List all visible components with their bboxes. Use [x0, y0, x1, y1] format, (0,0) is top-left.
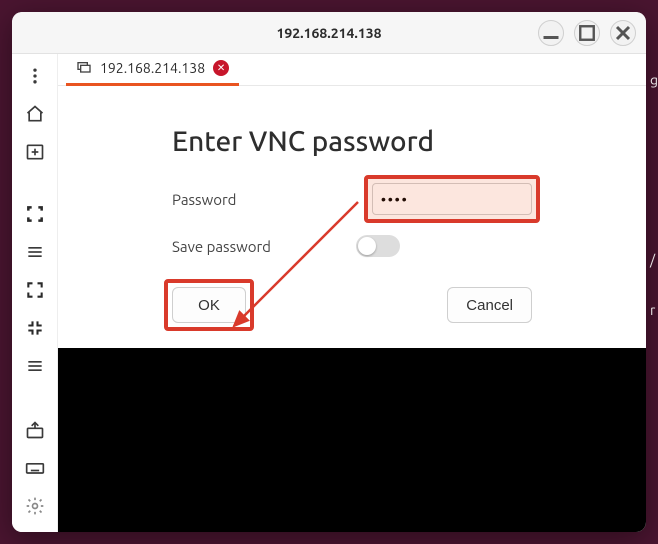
tab-bar: 192.168.214.138 ✕: [58, 54, 646, 86]
sidebar: [12, 54, 58, 532]
close-tab-icon[interactable]: ✕: [213, 60, 229, 76]
password-row: Password: [172, 183, 532, 215]
cancel-button[interactable]: Cancel: [447, 287, 532, 323]
list-icon[interactable]: [12, 234, 58, 270]
window-body: 192.168.214.138 ✕ Enter VNC password Pas…: [12, 54, 646, 532]
password-label: Password: [172, 191, 372, 208]
bg-char: r: [650, 302, 658, 318]
monitor-icon: [76, 60, 92, 76]
home-icon[interactable]: [12, 96, 58, 132]
menu-icon[interactable]: [12, 58, 58, 94]
maximize-button[interactable]: [574, 20, 600, 46]
new-session-icon[interactable]: [12, 134, 58, 170]
background-edge-text: g / r: [650, 72, 658, 318]
connection-tab[interactable]: 192.168.214.138 ✕: [66, 54, 239, 86]
list2-icon[interactable]: [12, 348, 58, 384]
remote-viewer: Enter VNC password Password Save passwor…: [58, 86, 646, 532]
window-controls: [538, 20, 636, 46]
close-window-button[interactable]: [610, 20, 636, 46]
save-password-toggle[interactable]: [356, 235, 400, 257]
save-password-label: Save password: [172, 238, 356, 255]
divider: [12, 172, 58, 194]
app-window: 192.168.214.138: [12, 12, 646, 532]
keyboard-icon[interactable]: [12, 450, 58, 486]
dialog-heading: Enter VNC password: [172, 126, 532, 157]
toggle-knob: [358, 237, 376, 255]
upload-icon[interactable]: [12, 412, 58, 448]
tab-label: 192.168.214.138: [100, 60, 205, 76]
minimize-button[interactable]: [538, 20, 564, 46]
bg-char: /: [650, 252, 658, 268]
settings-icon[interactable]: [12, 488, 58, 524]
dialog-button-row: OK Cancel: [172, 287, 532, 323]
window-title: 192.168.214.138: [276, 25, 381, 41]
save-password-row: Save password: [172, 235, 532, 257]
fullscreen-exit-icon[interactable]: [12, 310, 58, 346]
content-area: 192.168.214.138 ✕ Enter VNC password Pas…: [58, 54, 646, 532]
titlebar: 192.168.214.138: [12, 12, 646, 54]
fullscreen-enter-icon[interactable]: [12, 272, 58, 308]
remote-output-area: [58, 348, 646, 532]
ok-button[interactable]: OK: [172, 287, 246, 323]
bg-char: g: [650, 72, 658, 88]
vnc-password-dialog: Enter VNC password Password Save passwor…: [172, 126, 532, 323]
screenshot-icon[interactable]: [12, 196, 58, 232]
password-input[interactable]: [372, 183, 532, 215]
